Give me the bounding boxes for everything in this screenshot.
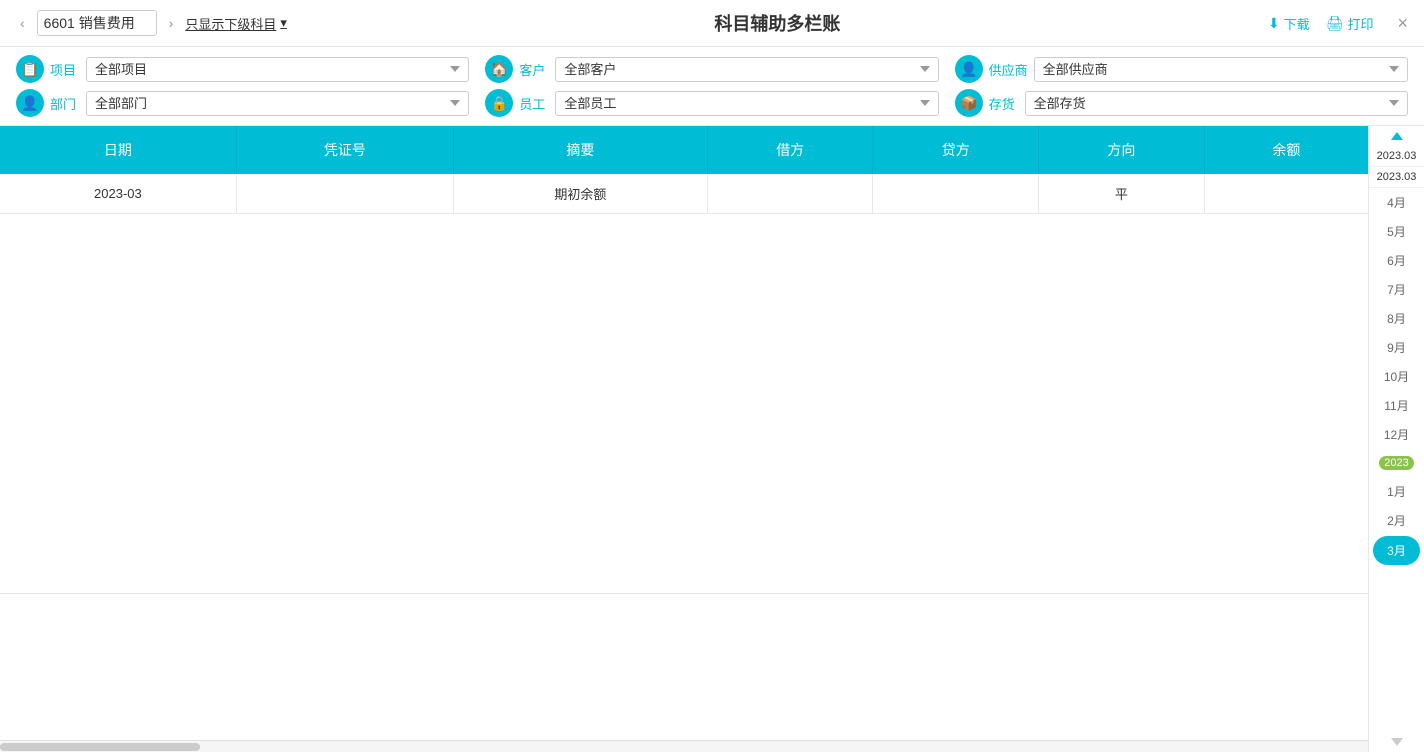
inventory-icon: 📦 [955, 89, 983, 117]
chevron-down-icon: ▾ [280, 15, 287, 31]
chevron-up-icon [1391, 132, 1403, 140]
account-code-display: 6601 销售费用 [37, 10, 157, 36]
col-debit: 借方 [707, 126, 873, 174]
table-row: 2023-03 期初余额 平 [0, 174, 1368, 214]
month-item-11[interactable]: 11月 [1369, 391, 1424, 420]
nav-prev-button[interactable]: ‹ [16, 13, 29, 33]
filter-item-project: 📋 项目 全部项目 [16, 55, 469, 83]
department-label: 部门 [50, 94, 80, 113]
year-label: 2023 [1379, 456, 1413, 470]
project-select[interactable]: 全部项目 [86, 57, 469, 82]
supplier-select[interactable]: 全部供应商 [1034, 57, 1408, 82]
col-balance: 余额 [1204, 126, 1368, 174]
month-item-9[interactable]: 9月 [1369, 333, 1424, 362]
chevron-down-icon [1391, 738, 1403, 746]
filter-item-department: 👤 部门 全部部门 [16, 89, 469, 117]
filter-item-employee: 🔒 员工 全部员工 [485, 89, 938, 117]
close-button[interactable]: × [1397, 13, 1408, 34]
month-item-10[interactable]: 10月 [1369, 362, 1424, 391]
month-item-6[interactable]: 6月 [1369, 246, 1424, 275]
filter-row-2: 👤 部门 全部部门 🔒 员工 全部员工 📦 存货 全部存货 [16, 89, 1408, 117]
page-title: 科目辅助多栏账 [295, 10, 1260, 36]
top-bar: ‹ 6601 销售费用 › 只显示下级科目 ▾ 科目辅助多栏账 ⬇ 下载 🖨 打… [0, 0, 1424, 47]
customer-select[interactable]: 全部客户 [555, 57, 938, 82]
customer-icon: 🏠 [485, 55, 513, 83]
cell-debit [707, 174, 873, 214]
month-item-5[interactable]: 5月 [1369, 217, 1424, 246]
month-item-7[interactable]: 7月 [1369, 275, 1424, 304]
month-item-3-active[interactable]: 3月 [1373, 536, 1420, 565]
show-sublevel-label: 只显示下级科目 [185, 14, 276, 33]
scroll-thumb[interactable] [0, 743, 200, 751]
project-icon: 📋 [16, 55, 44, 83]
cell-summary: 期初余额 [453, 174, 707, 214]
supplier-label: 供应商 [989, 60, 1028, 79]
cell-direction: 平 [1039, 174, 1205, 214]
table-area: 日期 凭证号 摘要 借方 贷方 方向 余额 2023-03 [0, 126, 1368, 752]
table-header-row: 日期 凭证号 摘要 借方 贷方 方向 余额 [0, 126, 1368, 174]
month-item-1[interactable]: 1月 [1369, 477, 1424, 506]
panel-date-top-2: 2023.03 [1377, 171, 1417, 183]
cell-balance [1204, 174, 1368, 214]
inventory-select[interactable]: 全部存货 [1025, 91, 1408, 116]
month-item-12[interactable]: 12月 [1369, 420, 1424, 449]
col-summary: 摘要 [453, 126, 707, 174]
employee-icon: 🔒 [485, 89, 513, 117]
supplier-icon: 👤 [955, 55, 983, 83]
month-item-2[interactable]: 2月 [1369, 506, 1424, 535]
download-icon: ⬇ [1268, 15, 1280, 32]
main-area: 日期 凭证号 摘要 借方 贷方 方向 余额 2023-03 [0, 126, 1424, 752]
project-label: 项目 [50, 60, 80, 79]
filter-item-customer: 🏠 客户 全部客户 [485, 55, 938, 83]
main-window: ‹ 6601 销售费用 › 只显示下级科目 ▾ 科目辅助多栏账 ⬇ 下载 🖨 打… [0, 0, 1424, 752]
col-credit: 贷方 [873, 126, 1039, 174]
col-voucher: 凭证号 [236, 126, 453, 174]
filter-bar: 📋 项目 全部项目 🏠 客户 全部客户 👤 供应商 全部供应商 [0, 47, 1424, 126]
print-icon: 🖨 [1326, 15, 1344, 32]
employee-label: 员工 [519, 94, 549, 113]
cell-credit [873, 174, 1039, 214]
top-actions: ⬇ 下载 🖨 打印 × [1268, 13, 1408, 34]
col-direction: 方向 [1039, 126, 1205, 174]
horizontal-scrollbar[interactable] [0, 740, 1368, 752]
panel-date-top-1: 2023.03 [1377, 150, 1417, 162]
panel-entry-top-2[interactable]: 2023.03 [1369, 167, 1424, 188]
print-label: 打印 [1347, 14, 1373, 33]
panel-scroll-down-button[interactable] [1369, 732, 1424, 752]
col-date: 日期 [0, 126, 236, 174]
data-table: 日期 凭证号 摘要 借方 贷方 方向 余额 2023-03 [0, 126, 1368, 594]
employee-select[interactable]: 全部员工 [555, 91, 938, 116]
panel-entry-top-1[interactable]: 2023.03 [1369, 146, 1424, 167]
filter-item-inventory: 📦 存货 全部存货 [955, 89, 1408, 117]
department-select[interactable]: 全部部门 [86, 91, 469, 116]
nav-next-button[interactable]: › [165, 13, 178, 33]
filter-row-1: 📋 项目 全部项目 🏠 客户 全部客户 👤 供应商 全部供应商 [16, 55, 1408, 83]
show-sublevel-toggle[interactable]: 只显示下级科目 ▾ [185, 14, 287, 33]
panel-scroll-up-button[interactable] [1369, 126, 1424, 146]
filter-item-supplier: 👤 供应商 全部供应商 [955, 55, 1408, 83]
right-panel: 2023.03 2023.03 4月 5月 6月 7月 8月 9月 10月 11… [1368, 126, 1424, 752]
customer-label: 客户 [519, 60, 549, 79]
cell-voucher [236, 174, 453, 214]
print-button[interactable]: 🖨 打印 [1326, 14, 1374, 33]
download-label: 下载 [1284, 14, 1310, 33]
cell-date: 2023-03 [0, 174, 236, 214]
month-item-4[interactable]: 4月 [1369, 188, 1424, 217]
inventory-label: 存货 [989, 94, 1019, 113]
department-icon: 👤 [16, 89, 44, 117]
download-button[interactable]: ⬇ 下载 [1268, 14, 1310, 33]
year-badge-2023[interactable]: 2023 [1369, 449, 1424, 477]
month-item-8[interactable]: 8月 [1369, 304, 1424, 333]
